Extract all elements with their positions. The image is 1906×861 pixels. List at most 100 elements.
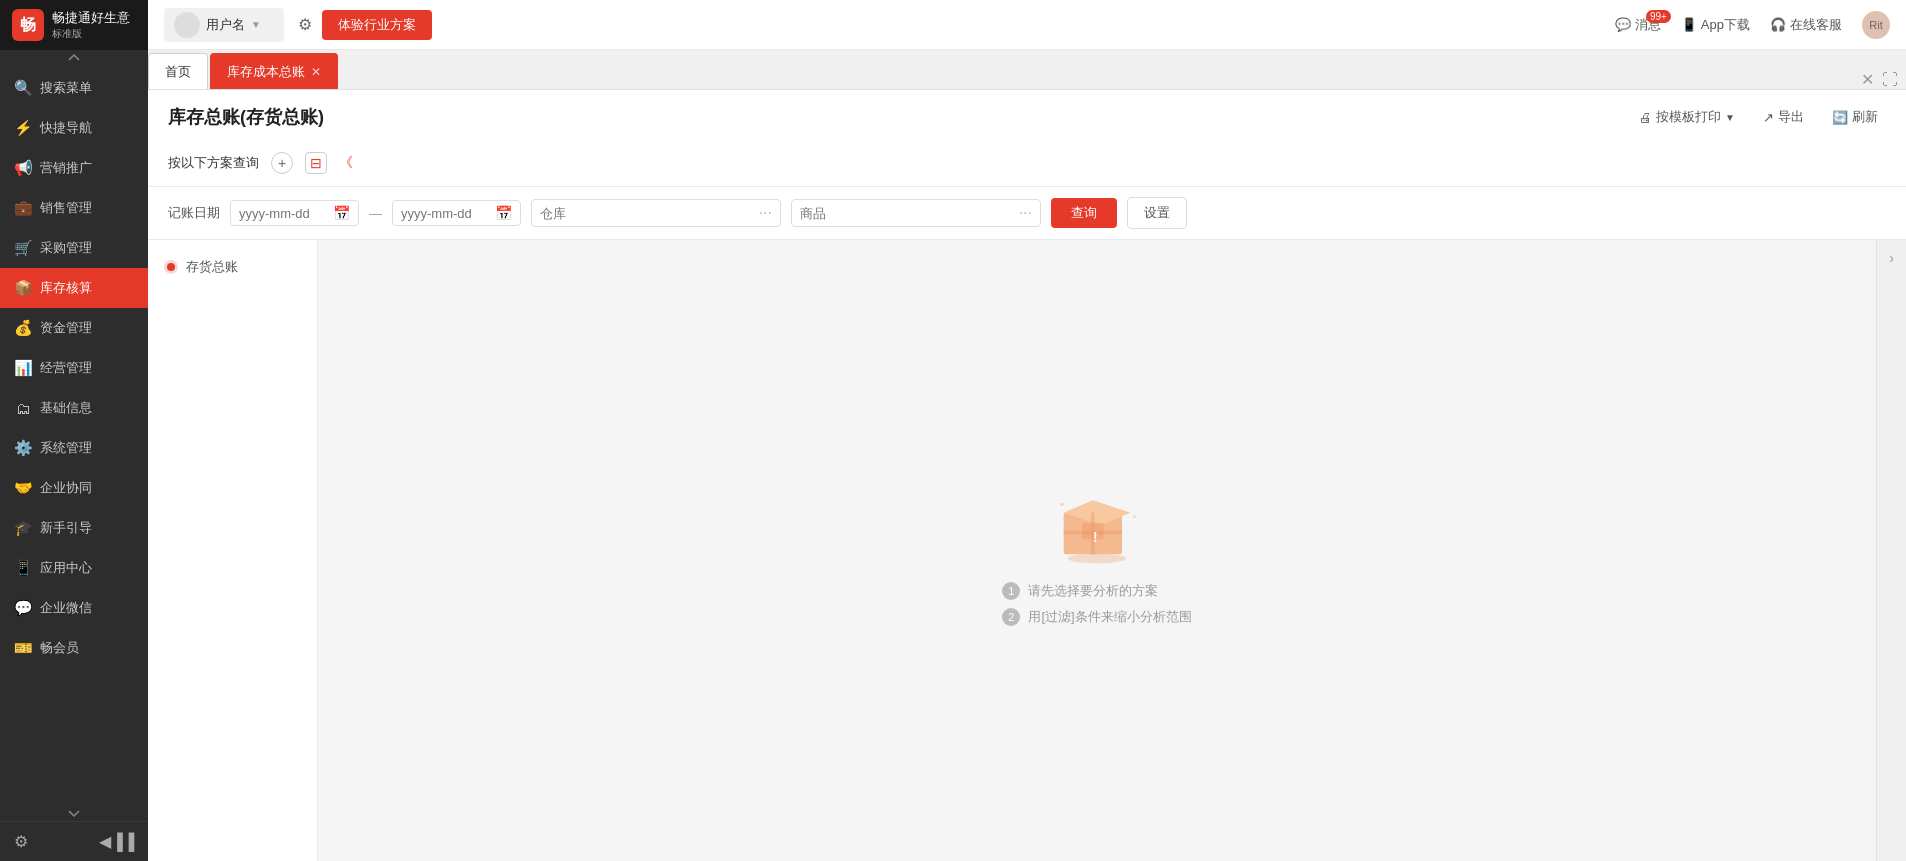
folder-icon: 🗂 bbox=[14, 400, 32, 417]
chart-icon: 📊 bbox=[14, 359, 32, 377]
sidebar-settings-button[interactable]: ⚙ bbox=[14, 832, 28, 851]
filter-label: 按以下方案查询 bbox=[168, 154, 259, 172]
page-header: 库存总账(存货总账) 🖨 按模板打印 ▼ ↗ 导出 🔄 刷新 按以下方案查询 bbox=[148, 90, 1906, 187]
sidebar-item-wecom[interactable]: 💬 企业微信 bbox=[0, 588, 148, 628]
sidebar-item-system[interactable]: ⚙️ 系统管理 bbox=[0, 428, 148, 468]
svg-point-11 bbox=[1067, 495, 1069, 497]
graduate-icon: 🎓 bbox=[14, 519, 32, 537]
sidebar-scroll-up[interactable] bbox=[0, 50, 148, 64]
print-template-button[interactable]: 🖨 按模板打印 ▼ bbox=[1631, 104, 1743, 130]
scheme-item-icon bbox=[162, 258, 180, 276]
tab-home[interactable]: 首页 bbox=[148, 53, 208, 89]
sidebar-item-operation[interactable]: 📊 经营管理 bbox=[0, 348, 148, 388]
export-button[interactable]: ↗ 导出 bbox=[1755, 104, 1812, 130]
product-input[interactable] bbox=[800, 206, 1015, 221]
cart-icon: 🛒 bbox=[14, 239, 32, 257]
topbar-user-right[interactable]: Rit bbox=[1862, 11, 1890, 39]
print-dropdown-icon: ▼ bbox=[1725, 112, 1735, 123]
phone-icon: 📱 bbox=[14, 559, 32, 577]
flash-icon: ⚡ bbox=[14, 119, 32, 137]
tab-panel-expand-button[interactable]: ⛶ bbox=[1882, 71, 1898, 89]
tab-panel-close-button[interactable]: ✕ bbox=[1861, 70, 1874, 89]
sidebar-item-search[interactable]: 🔍 搜索菜单 bbox=[0, 68, 148, 108]
sidebar-item-finance[interactable]: 💰 资金管理 bbox=[0, 308, 148, 348]
date-end-calendar-icon[interactable]: 📅 bbox=[495, 205, 512, 221]
handshake-icon: 🤝 bbox=[14, 479, 32, 497]
sidebar-item-appstore[interactable]: 📱 应用中心 bbox=[0, 548, 148, 588]
sidebar-item-sales[interactable]: 💼 销售管理 bbox=[0, 188, 148, 228]
app-logo-text: 畅捷通好生意 标准版 bbox=[52, 10, 130, 40]
chat-icon: 💬 bbox=[14, 599, 32, 617]
svg-point-2 bbox=[1068, 553, 1126, 563]
sidebar-sound-button[interactable]: ◀▐▐ bbox=[99, 832, 134, 851]
empty-tip-1: 1 请先选择要分析的方案 bbox=[1002, 582, 1191, 600]
app-download-item[interactable]: 📱 App下载 bbox=[1681, 16, 1750, 34]
message-badge: 99+ bbox=[1646, 10, 1671, 23]
tab-close-icon[interactable]: ✕ bbox=[311, 65, 321, 79]
tip-num-2: 2 bbox=[1002, 608, 1020, 626]
right-panel-toggle-button[interactable]: › bbox=[1889, 250, 1894, 266]
warehouse-more-button[interactable]: ··· bbox=[759, 204, 772, 222]
filter-fields-row: 记账日期 📅 — 📅 ··· ··· 查询 设置 bbox=[148, 187, 1906, 240]
date-start-input[interactable] bbox=[239, 206, 329, 221]
export-icon: ↗ bbox=[1763, 110, 1774, 125]
page-title: 库存总账(存货总账) bbox=[168, 105, 324, 129]
date-start-calendar-icon[interactable]: 📅 bbox=[333, 205, 350, 221]
sidebar-item-purchase[interactable]: 🛒 采购管理 bbox=[0, 228, 148, 268]
date-start-input-wrap: 📅 bbox=[230, 200, 359, 226]
svg-point-9 bbox=[1060, 502, 1063, 505]
sidebar: 畅 畅捷通好生意 标准版 🔍 搜索菜单 ⚡ 快捷导航 📢 营销推广 💼 销售管理… bbox=[0, 0, 148, 861]
app-logo-icon: 畅 bbox=[12, 9, 44, 41]
gear-icon: ⚙️ bbox=[14, 439, 32, 457]
sidebar-item-quicknav[interactable]: ⚡ 快捷导航 bbox=[0, 108, 148, 148]
online-service-item[interactable]: 🎧 在线客服 bbox=[1770, 16, 1842, 34]
topbar-user-area[interactable]: 用户名 ▼ bbox=[164, 8, 284, 42]
sidebar-item-newbie[interactable]: 🎓 新手引导 bbox=[0, 508, 148, 548]
user-name: 用户名 bbox=[206, 16, 245, 34]
briefcase-icon: 💼 bbox=[14, 199, 32, 217]
headset-icon: 🎧 bbox=[1770, 17, 1786, 32]
sidebar-item-enterprise[interactable]: 🤝 企业协同 bbox=[0, 468, 148, 508]
page-title-row: 库存总账(存货总账) 🖨 按模板打印 ▼ ↗ 导出 🔄 刷新 bbox=[168, 104, 1886, 130]
sidebar-item-basic[interactable]: 🗂 基础信息 bbox=[0, 388, 148, 428]
search-icon: 🔍 bbox=[14, 79, 32, 97]
scheme-panel: 存货总账 bbox=[148, 240, 318, 861]
page-actions: 🖨 按模板打印 ▼ ↗ 导出 🔄 刷新 bbox=[1631, 104, 1886, 130]
date-end-input-wrap: 📅 bbox=[392, 200, 521, 226]
tab-inventory-ledger[interactable]: 库存成本总账 ✕ bbox=[210, 53, 338, 89]
filter-collapse-button[interactable]: ⊟ bbox=[305, 152, 327, 174]
sidebar-bottom: ⚙ ◀▐▐ bbox=[0, 821, 148, 861]
topbar: 用户名 ▼ ⚙ 体验行业方案 💬 消息 99+ 📱 App下载 🎧 在线客服 R… bbox=[148, 0, 1906, 50]
phone-download-icon: 📱 bbox=[1681, 17, 1697, 32]
sidebar-item-marketing[interactable]: 📢 营销推广 bbox=[0, 148, 148, 188]
tab-bar: 首页 库存成本总账 ✕ ✕ ⛶ bbox=[148, 50, 1906, 90]
date-end-input[interactable] bbox=[401, 206, 491, 221]
sidebar-item-inventory[interactable]: 📦 库存核算 bbox=[0, 268, 148, 308]
message-icon: 💬 bbox=[1615, 17, 1631, 32]
svg-point-10 bbox=[1133, 515, 1136, 518]
refresh-icon: 🔄 bbox=[1832, 110, 1848, 125]
content-main: ! 1 请先选择要分析的方案 2 用[过滤]条件来缩小分析范围 bbox=[318, 240, 1876, 861]
money-icon: 💰 bbox=[14, 319, 32, 337]
filter-add-button[interactable]: + bbox=[271, 152, 293, 174]
warehouse-select-wrap: ··· bbox=[531, 199, 781, 227]
sidebar-scroll-down[interactable] bbox=[0, 807, 148, 821]
scheme-item-inventory-ledger[interactable]: 存货总账 bbox=[148, 250, 317, 284]
date-field-label: 记账日期 bbox=[168, 204, 220, 222]
query-button[interactable]: 查询 bbox=[1051, 198, 1117, 228]
empty-state-illustration: ! bbox=[1047, 476, 1147, 566]
tip-text-2: 用[过滤]条件来缩小分析范围 bbox=[1028, 608, 1191, 626]
message-item[interactable]: 💬 消息 99+ bbox=[1615, 16, 1661, 34]
product-more-button[interactable]: ··· bbox=[1019, 204, 1032, 222]
print-icon: 🖨 bbox=[1639, 110, 1652, 125]
topbar-gear-icon[interactable]: ⚙ bbox=[298, 15, 312, 34]
sidebar-item-member[interactable]: 🎫 畅会员 bbox=[0, 628, 148, 668]
industry-solution-button[interactable]: 体验行业方案 bbox=[322, 10, 432, 40]
box-icon: 📦 bbox=[14, 279, 32, 297]
product-select-wrap: ··· bbox=[791, 199, 1041, 227]
filter-row: 按以下方案查询 + ⊟ 《 bbox=[168, 142, 1886, 186]
filter-chevron-button[interactable]: 《 bbox=[339, 154, 353, 172]
warehouse-input[interactable] bbox=[540, 206, 755, 221]
settings-button[interactable]: 设置 bbox=[1127, 197, 1187, 229]
refresh-button[interactable]: 🔄 刷新 bbox=[1824, 104, 1886, 130]
